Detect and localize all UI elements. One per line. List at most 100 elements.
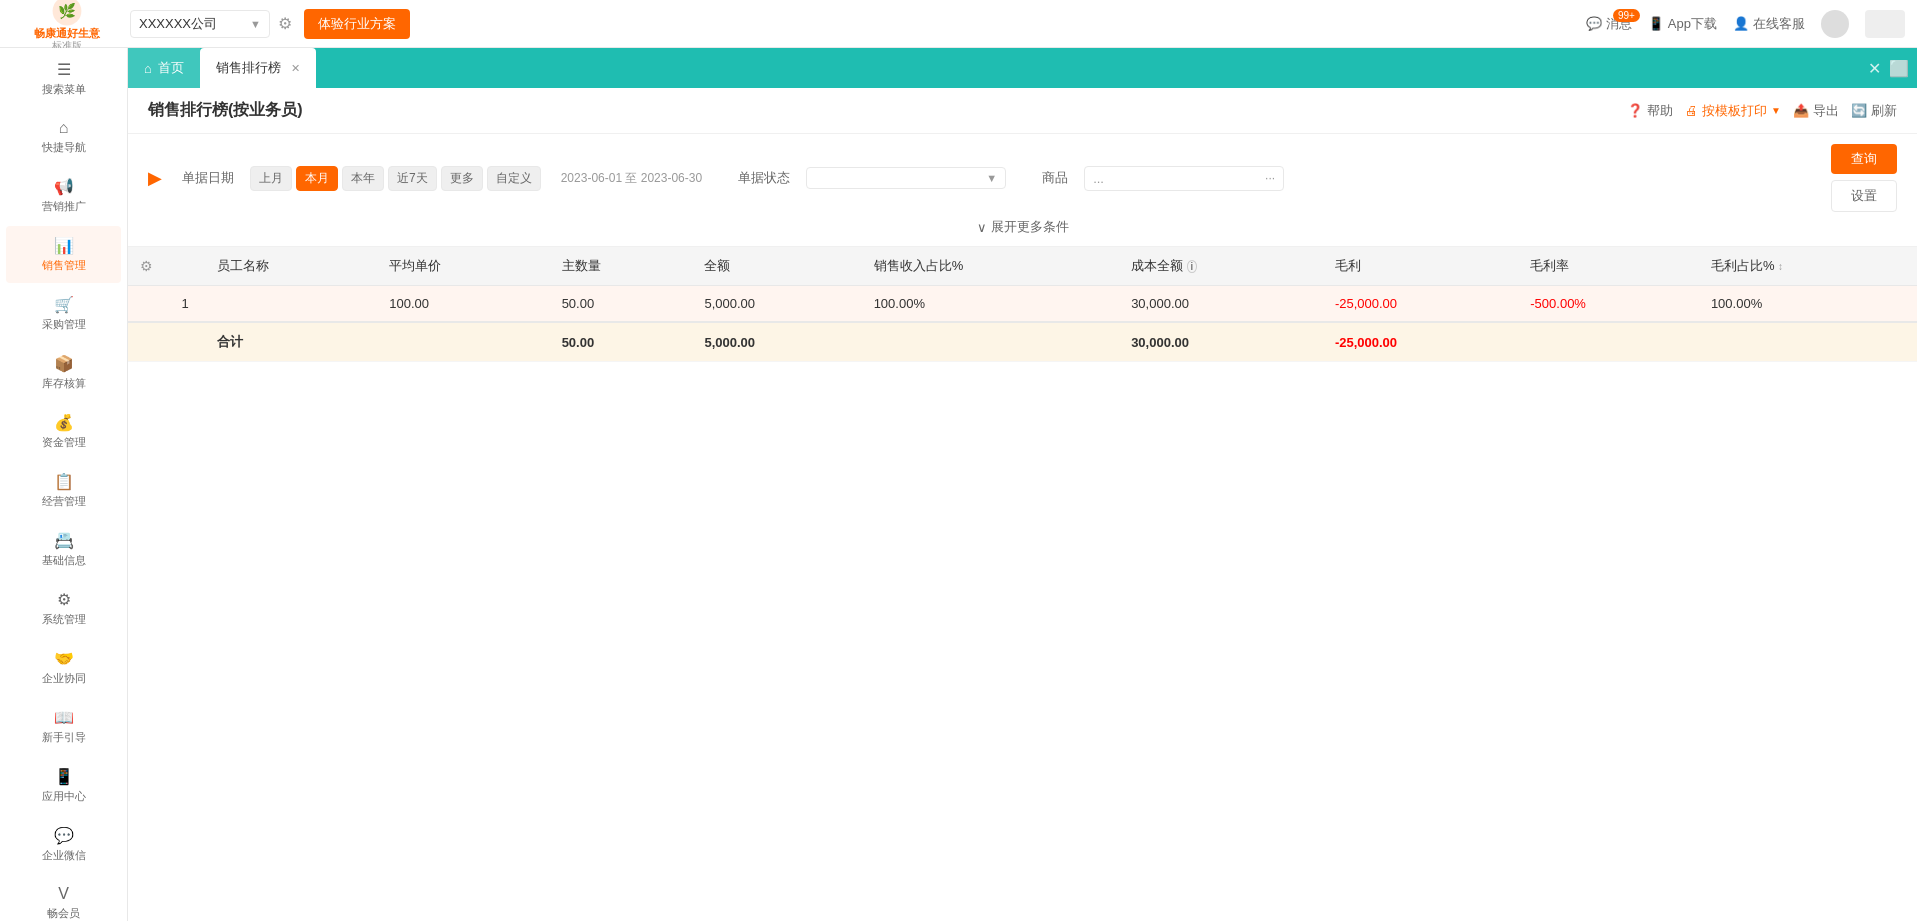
sidebar-label-operations: 经营管理 bbox=[42, 494, 86, 509]
sidebar-item-enterprise-collab[interactable]: 🤝企业协同 bbox=[6, 639, 121, 696]
col-header-settings[interactable]: ⚙ bbox=[128, 247, 165, 286]
sidebar-label-enterprise-wechat: 企业微信 bbox=[42, 848, 86, 863]
filter-collapse-icon[interactable]: ▶ bbox=[148, 167, 162, 189]
sidebar-item-beginner-guide[interactable]: 📖 新手引导 bbox=[6, 698, 121, 755]
sidebar-icon-sys-mgmt: ⚙ bbox=[57, 590, 71, 609]
message-badge: 99+ bbox=[1613, 9, 1640, 22]
custom-btn[interactable]: 自定义 bbox=[487, 166, 541, 191]
online-service-btn[interactable]: 👤 在线客服 bbox=[1733, 15, 1805, 33]
online-service-label: 在线客服 bbox=[1753, 15, 1805, 33]
sidebar-icon-quick-nav: ⌂ bbox=[59, 119, 69, 137]
col-header-gross-pct: 毛利占比% ↕ bbox=[1699, 247, 1917, 286]
gross-pct-sort-icon[interactable]: ↕ bbox=[1778, 261, 1783, 272]
help-label: 帮助 bbox=[1647, 102, 1673, 120]
table-row: 1 100.00 50.00 5,000.00 100.00% 30,000.0… bbox=[128, 286, 1917, 323]
refresh-btn[interactable]: 🔄 刷新 bbox=[1851, 102, 1897, 120]
table-settings-icon[interactable]: ⚙ bbox=[140, 258, 153, 274]
sidebar-icon-basic-info: 📇 bbox=[54, 531, 74, 550]
svg-text:🌿: 🌿 bbox=[58, 2, 76, 20]
sidebar-item-quick-nav[interactable]: ⌂ 快捷导航 bbox=[6, 109, 121, 165]
last-7days-btn[interactable]: 近7天 bbox=[388, 166, 437, 191]
sidebar-item-sys-mgmt[interactable]: ⚙ 系统管理 bbox=[6, 580, 121, 637]
sidebar-label-sys-mgmt: 系统管理 bbox=[42, 612, 86, 627]
row-gross-profit-0: -25,000.00 bbox=[1323, 286, 1518, 323]
sidebar-item-vip[interactable]: V畅会员 bbox=[6, 875, 121, 921]
home-icon: ⌂ bbox=[144, 61, 152, 76]
tab-restore-icon[interactable]: ⬜ bbox=[1889, 59, 1909, 78]
product-placeholder: ... bbox=[1093, 171, 1104, 186]
sidebar-icon-search-order: ☰ bbox=[57, 60, 71, 79]
tab-close-window-icon[interactable]: ✕ bbox=[1868, 59, 1881, 78]
col-header-avg-price: 平均单价 bbox=[377, 247, 549, 286]
sidebar-label-quick-nav: 快捷导航 bbox=[42, 140, 86, 155]
sidebar-label-search-order: 搜索菜单 bbox=[42, 82, 86, 97]
app-icon: 📱 bbox=[1648, 16, 1664, 31]
message-btn[interactable]: 💬 消息 99+ bbox=[1586, 15, 1632, 33]
sidebar-item-app-center[interactable]: 📱应用中心 bbox=[6, 757, 121, 814]
sidebar-item-marketing[interactable]: 📢营销推广 bbox=[6, 167, 121, 224]
sidebar-item-enterprise-wechat[interactable]: 💬企业微信 bbox=[6, 816, 121, 873]
avatar[interactable] bbox=[1821, 10, 1849, 38]
chevron-down-icon: ▼ bbox=[250, 18, 261, 30]
row-settings-0 bbox=[128, 286, 165, 323]
sidebar-item-sales-mgmt[interactable]: 📊销售管理 bbox=[6, 226, 121, 283]
settings-btn[interactable]: 设置 bbox=[1831, 180, 1897, 212]
app-download-btn[interactable]: 📱 App下载 bbox=[1648, 15, 1717, 33]
doc-date-label: 单据日期 bbox=[182, 169, 234, 187]
tab-home[interactable]: ⌂ 首页 bbox=[128, 48, 200, 88]
export-label: 导出 bbox=[1813, 102, 1839, 120]
sidebar-label-sales-mgmt: 销售管理 bbox=[42, 258, 86, 273]
sidebar-icon-beginner-guide: 📖 bbox=[54, 708, 74, 727]
help-btn[interactable]: ❓ 帮助 bbox=[1627, 102, 1673, 120]
sidebar-item-search-order[interactable]: ☰ 搜索菜单 bbox=[6, 50, 121, 107]
sidebar-label-enterprise-collab: 企业协同 bbox=[42, 671, 86, 686]
footer-avg-price bbox=[377, 322, 549, 362]
more-btn[interactable]: 更多 bbox=[441, 166, 483, 191]
sidebar-icon-marketing: 📢 bbox=[54, 177, 74, 196]
product-input[interactable]: ... ··· bbox=[1084, 166, 1284, 191]
sidebar-item-basic-info[interactable]: 📇基础信息 bbox=[6, 521, 121, 578]
sidebar-label-finance: 资金管理 bbox=[42, 435, 86, 450]
refresh-icon: 🔄 bbox=[1851, 103, 1867, 118]
export-btn[interactable]: 📤 导出 bbox=[1793, 102, 1839, 120]
sidebar-item-finance[interactable]: 💰资金管理 bbox=[6, 403, 121, 460]
doc-status-label: 单据状态 bbox=[738, 169, 790, 187]
col-header-emp-name: 员工名称 bbox=[205, 247, 377, 286]
sidebar-label-beginner-guide: 新手引导 bbox=[42, 730, 86, 745]
sidebar-item-operations[interactable]: 📋经营管理 bbox=[6, 462, 121, 519]
company-settings-icon[interactable]: ⚙ bbox=[278, 14, 292, 33]
page-header: 销售排行榜(按业务员) ❓ 帮助 🖨 按模板打印 ▼ 📤 bbox=[128, 88, 1917, 134]
expand-more-label: 展开更多条件 bbox=[991, 218, 1069, 236]
col-header-sales-pct: 销售收入占比% bbox=[862, 247, 1119, 286]
footer-gross-pct bbox=[1699, 322, 1917, 362]
sidebar-label-inventory: 库存核算 bbox=[42, 376, 86, 391]
date-filter-buttons: 上月 本月 本年 近7天 更多 自定义 bbox=[250, 166, 541, 191]
filter-area: ▶ 单据日期 上月 本月 本年 近7天 更多 自定义 2023-06-01 至 … bbox=[128, 134, 1917, 247]
row-rank-0: 1 bbox=[165, 286, 205, 323]
sidebar-item-inventory[interactable]: 📦库存核算 bbox=[6, 344, 121, 401]
template-print-label: 按模板打印 bbox=[1702, 102, 1767, 120]
company-name: XXXXXX公司 bbox=[139, 15, 217, 33]
tab-sales-ranking[interactable]: 销售排行榜 ✕ bbox=[200, 48, 316, 88]
tab-close-icon[interactable]: ✕ bbox=[291, 62, 300, 75]
query-btn[interactable]: 查询 bbox=[1831, 144, 1897, 174]
trial-button[interactable]: 体验行业方案 bbox=[304, 9, 410, 39]
footer-sales-pct bbox=[862, 322, 1119, 362]
last-month-btn[interactable]: 上月 bbox=[250, 166, 292, 191]
footer-main-qty: 50.00 bbox=[550, 322, 693, 362]
template-print-btn[interactable]: 🖨 按模板打印 ▼ bbox=[1685, 102, 1781, 120]
cost-info-icon[interactable]: i bbox=[1187, 260, 1197, 273]
user-name-display bbox=[1865, 10, 1905, 38]
date-range-display: 2023-06-01 至 2023-06-30 bbox=[561, 170, 702, 187]
row-avg-price-0: 100.00 bbox=[377, 286, 549, 323]
table-footer-row: 合计 50.00 5,000.00 30,000.00 -25,000.00 bbox=[128, 322, 1917, 362]
sidebar-item-purchase-mgmt[interactable]: 🛒采购管理 bbox=[6, 285, 121, 342]
current-year-btn[interactable]: 本年 bbox=[342, 166, 384, 191]
row-main-qty-0: 50.00 bbox=[550, 286, 693, 323]
logo-area: 🌿 畅康通好生意 标准版 bbox=[12, 0, 122, 52]
doc-status-select[interactable]: ▼ bbox=[806, 167, 1006, 189]
current-month-btn[interactable]: 本月 bbox=[296, 166, 338, 191]
col-header-gross-profit: 毛利 bbox=[1323, 247, 1518, 286]
expand-more-btn[interactable]: ∨ 展开更多条件 bbox=[977, 218, 1069, 236]
company-selector[interactable]: XXXXXX公司 ▼ bbox=[130, 10, 270, 38]
